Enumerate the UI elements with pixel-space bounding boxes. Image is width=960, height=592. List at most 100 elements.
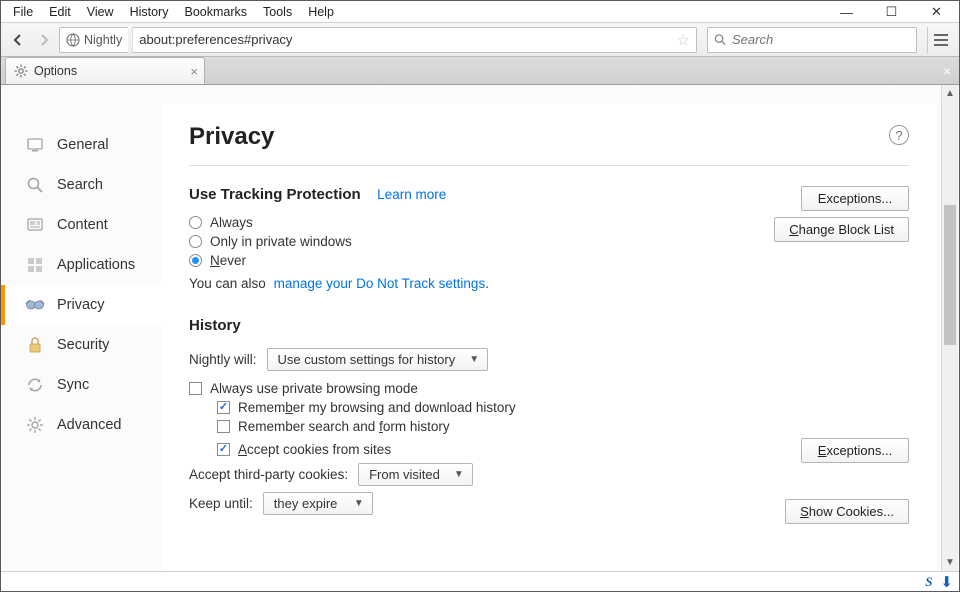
history-mode-dropdown[interactable]: Use custom settings for history ▼	[267, 348, 489, 371]
menu-edit[interactable]: Edit	[41, 3, 79, 21]
tab-label: Options	[34, 64, 77, 78]
lock-icon	[25, 335, 45, 355]
cookies-exceptions-button[interactable]: Exceptions...	[801, 438, 909, 463]
forward-icon	[36, 32, 52, 48]
status-icon-s[interactable]: S	[925, 574, 932, 590]
scroll-down-button[interactable]: ▼	[942, 554, 958, 571]
tracking-option-private[interactable]: Only in private windows	[189, 234, 774, 249]
keep-until-dropdown[interactable]: they expire ▼	[263, 492, 373, 515]
tab-close-button[interactable]: ×	[190, 64, 198, 79]
download-arrow-icon[interactable]: ⬇	[940, 573, 953, 591]
preferences-content: General Search Content Applications Priv…	[1, 85, 959, 571]
checkbox-icon	[217, 420, 230, 433]
tracking-heading: Use Tracking Protection	[189, 186, 361, 203]
sidebar-item-advanced[interactable]: Advanced	[1, 405, 161, 445]
close-window-button[interactable]: ✕	[914, 1, 959, 23]
dnt-settings-link[interactable]: manage your Do Not Track settings	[274, 276, 486, 291]
keep-until-label: Keep until:	[189, 496, 253, 511]
chevron-down-icon: ▼	[354, 498, 364, 509]
dropdown-value: they expire	[274, 496, 338, 511]
forward-button[interactable]	[33, 29, 55, 51]
sidebar-item-label: Sync	[57, 377, 89, 393]
learn-more-link[interactable]: Learn more	[377, 187, 446, 202]
menu-tools[interactable]: Tools	[255, 3, 300, 21]
radio-icon	[189, 216, 202, 229]
checkbox-label: Remember my browsing and download histor…	[238, 400, 516, 415]
bookmark-star-icon[interactable]: ☆	[677, 31, 690, 49]
scroll-thumb[interactable]	[944, 205, 956, 345]
tabstrip-close-button[interactable]: ×	[943, 63, 951, 79]
checkbox-icon	[217, 443, 230, 456]
identity-label: Nightly	[84, 33, 122, 47]
accept-cookies-checkbox[interactable]: Accept cookies from sites	[217, 442, 785, 457]
sidebar-item-label: Security	[57, 337, 109, 353]
hamburger-icon	[933, 33, 949, 47]
remember-search-checkbox[interactable]: Remember search and form history	[217, 419, 909, 434]
app-menu-button[interactable]	[927, 27, 953, 53]
applications-icon	[25, 255, 45, 275]
show-cookies-button[interactable]: Show Cookies...	[785, 499, 909, 524]
divider	[189, 165, 909, 166]
always-private-checkbox[interactable]: Always use private browsing mode	[189, 381, 909, 396]
general-icon	[25, 135, 45, 155]
minimize-button[interactable]: —	[824, 1, 869, 23]
menu-bookmarks[interactable]: Bookmarks	[176, 3, 255, 21]
sidebar-item-sync[interactable]: Sync	[1, 365, 161, 405]
tracking-exceptions-button[interactable]: Exceptions...	[801, 186, 909, 211]
checkbox-icon	[217, 401, 230, 414]
content-icon	[25, 215, 45, 235]
dropdown-value: From visited	[369, 467, 440, 482]
scroll-up-button[interactable]: ▲	[942, 85, 958, 102]
globe-icon	[66, 33, 80, 47]
search-bar[interactable]	[707, 27, 917, 53]
identity-box[interactable]: Nightly	[59, 27, 128, 53]
sidebar-item-applications[interactable]: Applications	[1, 245, 161, 285]
sidebar-item-label: Advanced	[57, 417, 122, 433]
window-controls: — ☐ ✕	[824, 1, 959, 23]
gear-icon	[14, 64, 28, 78]
tracking-option-always[interactable]: Always	[189, 215, 774, 230]
tracking-option-never[interactable]: Never	[189, 253, 774, 268]
search-icon	[714, 33, 726, 46]
tab-strip: Options × ×	[1, 57, 959, 85]
maximize-button[interactable]: ☐	[869, 1, 914, 23]
sidebar-item-search[interactable]: Search	[1, 165, 161, 205]
page-title: Privacy	[189, 123, 909, 151]
sidebar-item-label: Privacy	[57, 297, 105, 313]
sync-icon	[25, 375, 45, 395]
help-button[interactable]: ?	[889, 125, 909, 145]
menu-help[interactable]: Help	[300, 3, 342, 21]
back-icon	[10, 32, 26, 48]
search-icon	[25, 175, 45, 195]
third-party-dropdown[interactable]: From visited ▼	[358, 463, 473, 486]
radio-icon	[189, 235, 202, 248]
category-sidebar: General Search Content Applications Priv…	[1, 85, 161, 571]
remember-browsing-checkbox[interactable]: Remember my browsing and download histor…	[217, 400, 909, 415]
nav-toolbar: Nightly ☆	[1, 23, 959, 57]
change-block-list-button[interactable]: Change Block List	[774, 217, 909, 242]
checkbox-label: Remember search and form history	[238, 419, 450, 434]
url-bar[interactable]: ☆	[132, 27, 697, 53]
sidebar-item-content[interactable]: Content	[1, 205, 161, 245]
scrollbar[interactable]: ▲ ▼	[941, 85, 958, 571]
back-button[interactable]	[7, 29, 29, 51]
sidebar-item-general[interactable]: General	[1, 125, 161, 165]
sidebar-item-security[interactable]: Security	[1, 325, 161, 365]
menu-view[interactable]: View	[79, 3, 122, 21]
radio-icon	[189, 254, 202, 267]
status-bar: S ⬇	[1, 571, 959, 591]
menu-history[interactable]: History	[122, 3, 177, 21]
chevron-down-icon: ▼	[454, 469, 464, 480]
url-input[interactable]	[139, 32, 676, 47]
radio-label: Only in private windows	[210, 234, 352, 249]
sidebar-item-privacy[interactable]: Privacy	[1, 285, 161, 325]
search-input[interactable]	[732, 32, 910, 47]
dropdown-value: Use custom settings for history	[278, 352, 456, 367]
history-will-label: Nightly will:	[189, 352, 257, 367]
tab-options[interactable]: Options ×	[5, 57, 205, 84]
tracking-section: Use Tracking Protection Learn more Alway…	[189, 186, 909, 291]
menu-file[interactable]: File	[5, 3, 41, 21]
main-panel: Privacy ? Use Tracking Protection Learn …	[161, 103, 937, 571]
radio-label: Never	[210, 253, 246, 268]
dnt-text: You can also manage your Do Not Track se…	[189, 276, 774, 291]
